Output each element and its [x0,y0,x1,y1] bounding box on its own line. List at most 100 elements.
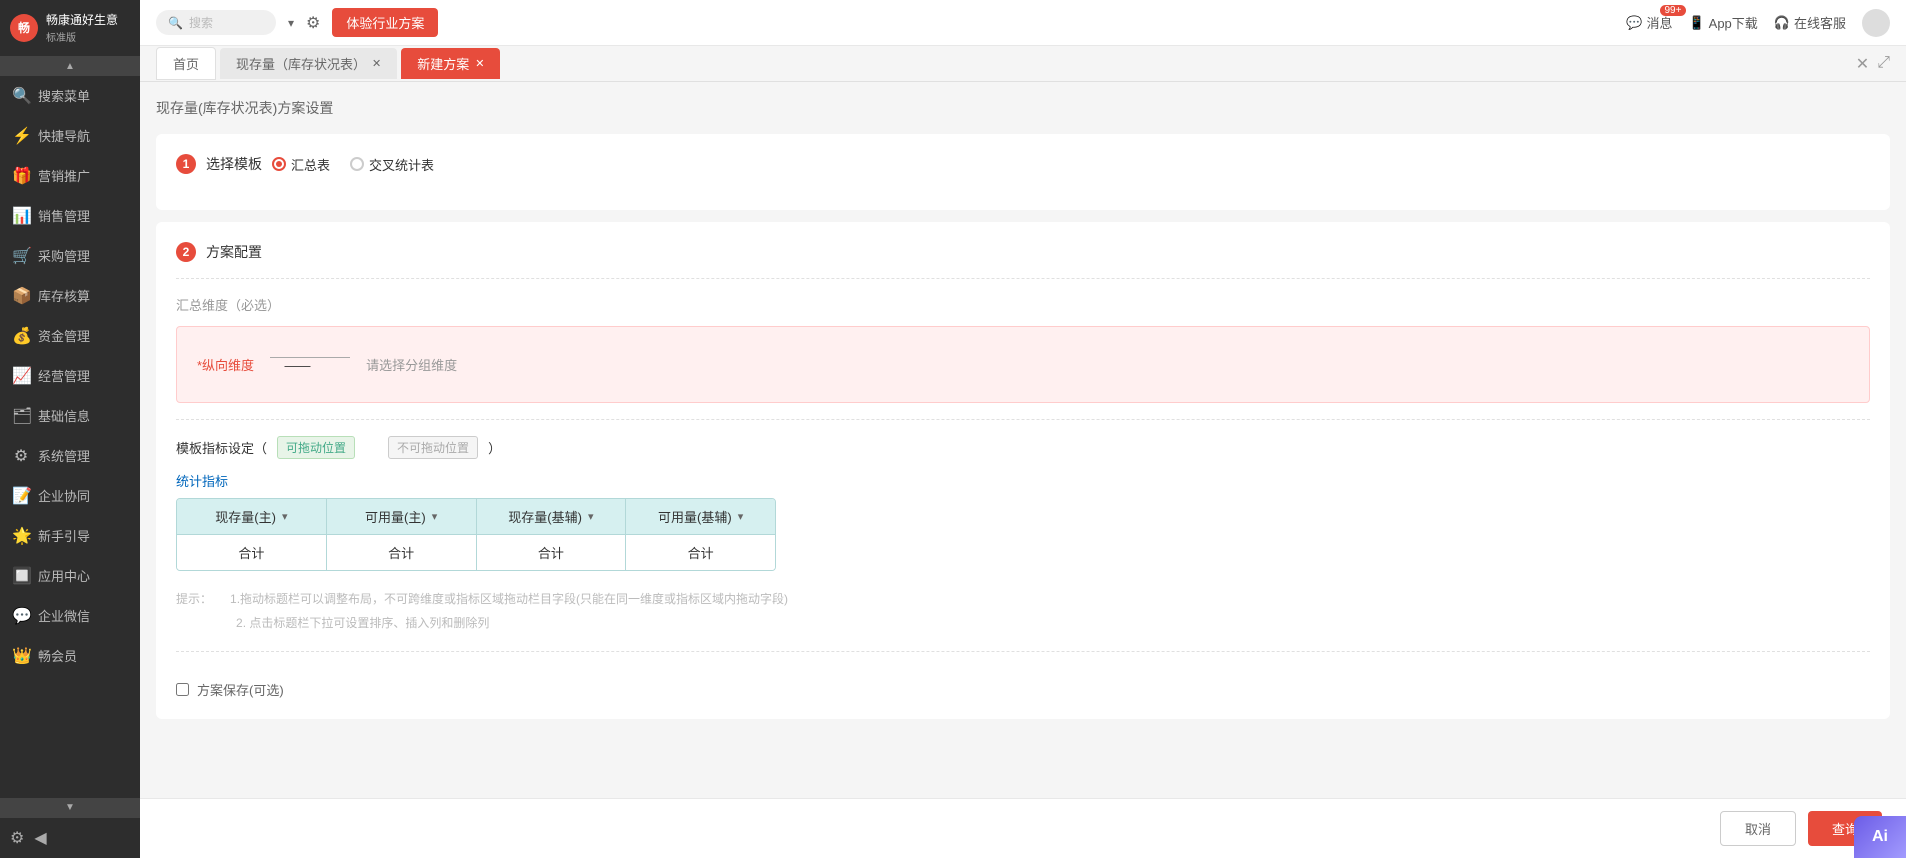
apps-icon: 🔲 [12,566,30,586]
cancel-button[interactable]: 取消 [1720,811,1796,846]
sidebar-item-base[interactable]: 🗂 基础信息 [0,396,140,436]
sidebar-item-label: 采购管理 [38,246,90,265]
divider1 [176,278,1870,279]
draggable-chip[interactable]: 可拖动位置 [277,436,355,459]
topbar-gear-icon[interactable]: ⚙ [306,13,320,33]
search-icon: 🔍 [12,86,30,106]
logo-sub: 标准版 [46,29,118,44]
operations-icon: 📈 [12,366,30,386]
save-checkbox[interactable] [176,683,189,696]
indicator-label-text: 模板指标设定（ [176,438,267,457]
sidebar-item-search[interactable]: 🔍 搜索菜单 [0,76,140,116]
sidebar-item-member[interactable]: 👑 畅会员 [0,636,140,676]
indicator-suffix: ） [488,438,501,457]
msg-btn[interactable]: 💬 消息 99+ [1626,13,1672,32]
sidebar-scroll-down[interactable]: ▼ [0,798,140,817]
tab-home[interactable]: 首页 [156,47,216,80]
user-avatar[interactable] [1862,9,1890,37]
stats-col-2[interactable]: 现存量(基辅) ▾ [477,499,627,534]
stats-col-3[interactable]: 可用量(基辅) ▾ [626,499,775,534]
sidebar-item-contract[interactable]: 📝 企业协同 [0,476,140,516]
sidebar-item-label: 系统管理 [38,446,90,465]
radio-summary[interactable]: 汇总表 [272,155,330,174]
sidebar-item-finance[interactable]: 💰 资金管理 [0,316,140,356]
sidebar-item-apps[interactable]: 🔲 应用中心 [0,556,140,596]
stats-cell-0: 合计 [177,535,327,570]
expand-window-icon[interactable]: ⤢ [1877,54,1890,74]
stats-col-3-label: 可用量(基辅) [658,507,732,526]
divider2 [176,419,1870,420]
msg-badge: 99+ [1660,5,1687,16]
sidebar: 畅 畅康通好生意 标准版 ▲ 🔍 搜索菜单 ⚡ 快捷导航 🎁 营销推广 📊 销售… [0,0,140,858]
wechat-icon: 💬 [12,606,30,626]
sidebar-item-purchase[interactable]: 🛒 采购管理 [0,236,140,276]
stats-col-3-arrow[interactable]: ▾ [738,510,744,523]
topbar-right: 💬 消息 99+ 📱 App下载 🎧 在线客服 [1626,9,1890,37]
sidebar-item-wechat[interactable]: 💬 企业微信 [0,596,140,636]
step1-card: 1 选择模板 汇总表 交叉统计表 [156,134,1890,210]
stats-col-0-arrow[interactable]: ▾ [282,510,288,523]
app-icon: 📱 [1688,15,1704,31]
tab-home-label: 首页 [173,54,199,73]
service-btn[interactable]: 🎧 在线客服 [1774,13,1846,32]
sidebar-item-inventory[interactable]: 📦 库存核算 [0,276,140,316]
finance-icon: 💰 [12,326,30,346]
sidebar-item-label: 畅会员 [38,646,77,665]
sidebar-item-label: 库存核算 [38,286,90,305]
stats-col-0[interactable]: 现存量(主) ▾ [177,499,327,534]
dimension-area[interactable]: *纵向维度 —— 请选择分组维度 [176,326,1870,403]
topbar-search[interactable]: 🔍 搜索 [156,10,276,35]
service-icon: 🎧 [1774,15,1790,31]
tab-inventory-close[interactable]: ✕ [372,57,381,70]
tabs-bar: 首页 现存量（库存状况表） ✕ 新建方案 ✕ ✕ ⤢ [140,46,1906,82]
sidebar-item-label: 营销推广 [38,166,90,185]
settings-icon[interactable]: ⚙ [10,828,24,848]
sidebar-item-guide[interactable]: 🌟 新手引导 [0,516,140,556]
step2-title: 方案配置 [206,242,262,262]
sidebar-item-system[interactable]: ⚙ 系统管理 [0,436,140,476]
stats-table-body: 合计 合计 合计 合计 [177,534,775,570]
indicator-sep [365,438,378,457]
indicator-settings: 模板指标设定（ 可拖动位置 不可拖动位置 ） [176,436,1870,459]
inventory-icon: 📦 [12,286,30,306]
topbar-dropdown[interactable]: ▾ [288,16,294,30]
stats-col-2-arrow[interactable]: ▾ [588,510,594,523]
tips-2: 2. 点击标题栏下拉可设置排序、插入列和删除列 [176,611,1870,635]
logo-icon: 畅 [10,14,38,42]
sidebar-scroll-up[interactable]: ▲ [0,57,140,76]
stats-col-1[interactable]: 可用量(主) ▾ [327,499,477,534]
member-icon: 👑 [12,646,30,666]
sidebar-item-quick-nav[interactable]: ⚡ 快捷导航 [0,116,140,156]
quick-nav-icon: ⚡ [12,126,30,146]
collapse-icon[interactable]: ◀ [34,828,46,848]
radio-cross[interactable]: 交叉统计表 [350,155,434,174]
tab-inventory[interactable]: 现存量（库存状况表） ✕ [220,48,397,79]
base-icon: 🗂 [12,406,30,426]
sidebar-item-label: 销售管理 [38,206,90,225]
marketing-icon: 🎁 [12,166,30,186]
step2-header: 2 方案配置 [176,242,1870,262]
guide-icon: 🌟 [12,526,30,546]
app-download-btn[interactable]: 📱 App下载 [1688,13,1757,32]
stats-label: 统计指标 [176,471,1870,490]
tab-new-plan-close[interactable]: ✕ [475,57,484,70]
ai-float-button[interactable]: Ai [1854,816,1906,858]
purchase-icon: 🛒 [12,246,30,266]
sidebar-item-label: 快捷导航 [38,126,90,145]
stats-col-1-arrow[interactable]: ▾ [432,510,438,523]
sidebar-item-label: 企业协同 [38,486,90,505]
tab-new-plan[interactable]: 新建方案 ✕ [401,48,500,79]
sidebar-item-operations[interactable]: 📈 经营管理 [0,356,140,396]
close-window-icon[interactable]: ✕ [1856,54,1869,74]
logo-text: 畅康通好生意 [46,12,118,29]
sidebar-item-sales[interactable]: 📊 销售管理 [0,196,140,236]
dimension-placeholder: 请选择分组维度 [366,355,457,374]
stats-table-header: 现存量(主) ▾ 可用量(主) ▾ 现存量(基辅) ▾ 可用量(基辅) ▾ [177,499,775,534]
step2-badge: 2 [176,242,196,262]
radio-summary-dot [272,157,286,171]
tips-title: 提示： 1.拖动标题栏可以调整布局，不可跨维度或指标区域拖动栏目字段(只能在同一… [176,587,1870,611]
dimension-required: *纵向维度 [197,355,254,374]
sidebar-item-marketing[interactable]: 🎁 营销推广 [0,156,140,196]
trial-btn[interactable]: 体验行业方案 [332,8,438,37]
step1-title: 选择模板 [206,154,262,174]
